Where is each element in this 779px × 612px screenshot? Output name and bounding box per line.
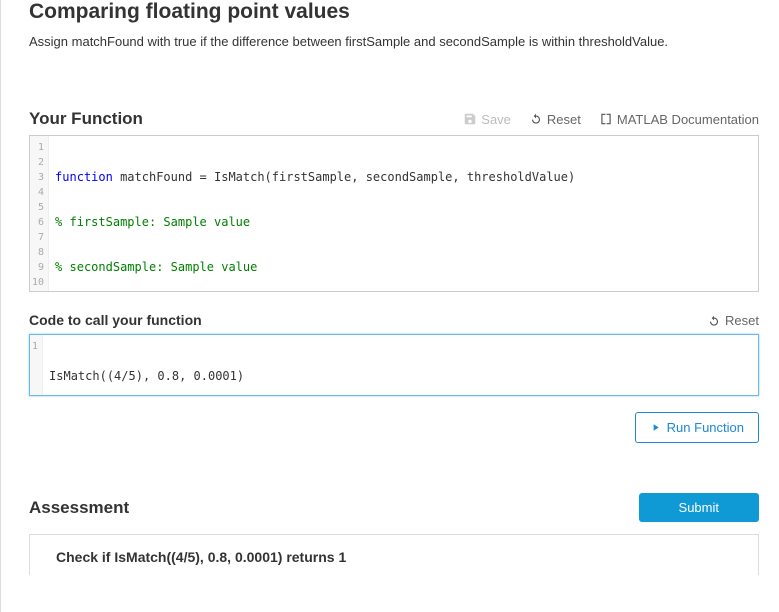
save-label: Save [481,112,511,127]
assessment-label: Assessment [29,498,129,518]
docs-label: MATLAB Documentation [617,112,759,127]
save-button[interactable]: Save [463,112,511,127]
call-section-label: Code to call your function [29,312,202,328]
your-function-label: Your Function [29,109,143,129]
run-row: Run Function [29,412,759,443]
run-label: Run Function [667,420,744,435]
reset-label: Reset [547,112,581,127]
call-header: Code to call your function Reset [29,312,759,328]
save-icon [463,112,477,126]
play-icon [650,422,661,433]
call-editor-code[interactable]: IsMatch((4/5), 0.8, 0.0001) [43,335,758,395]
reset-icon [529,112,543,126]
editor-gutter: 1 2 3 4 5 6 7 8 9 10 [30,136,49,291]
reset-button[interactable]: Reset [529,112,581,127]
call-reset-button[interactable]: Reset [707,313,759,328]
reset-icon [707,314,721,328]
code-editor[interactable]: 1 2 3 4 5 6 7 8 9 10 function matchFound… [29,135,759,292]
submit-button[interactable]: Submit [639,493,759,522]
problem-description: Assign matchFound with true if the diffe… [29,34,759,49]
run-function-button[interactable]: Run Function [635,412,759,443]
assessment-item: Check if IsMatch((4/5), 0.8, 0.0001) ret… [29,534,759,575]
call-reset-label: Reset [725,313,759,328]
your-function-header: Your Function Save Reset MATLAB Document… [29,109,759,129]
docs-button[interactable]: MATLAB Documentation [599,112,759,127]
editor-toolbar: Save Reset MATLAB Documentation [463,112,759,127]
call-toolbar: Reset [707,313,759,328]
editor-code[interactable]: function matchFound = IsMatch(firstSampl… [49,136,758,291]
book-icon [599,112,613,126]
page-title: Comparing floating point values [29,0,759,24]
call-editor[interactable]: 1 IsMatch((4/5), 0.8, 0.0001) [29,334,759,396]
call-gutter: 1 [30,335,43,395]
assessment-header: Assessment Submit [29,493,759,522]
